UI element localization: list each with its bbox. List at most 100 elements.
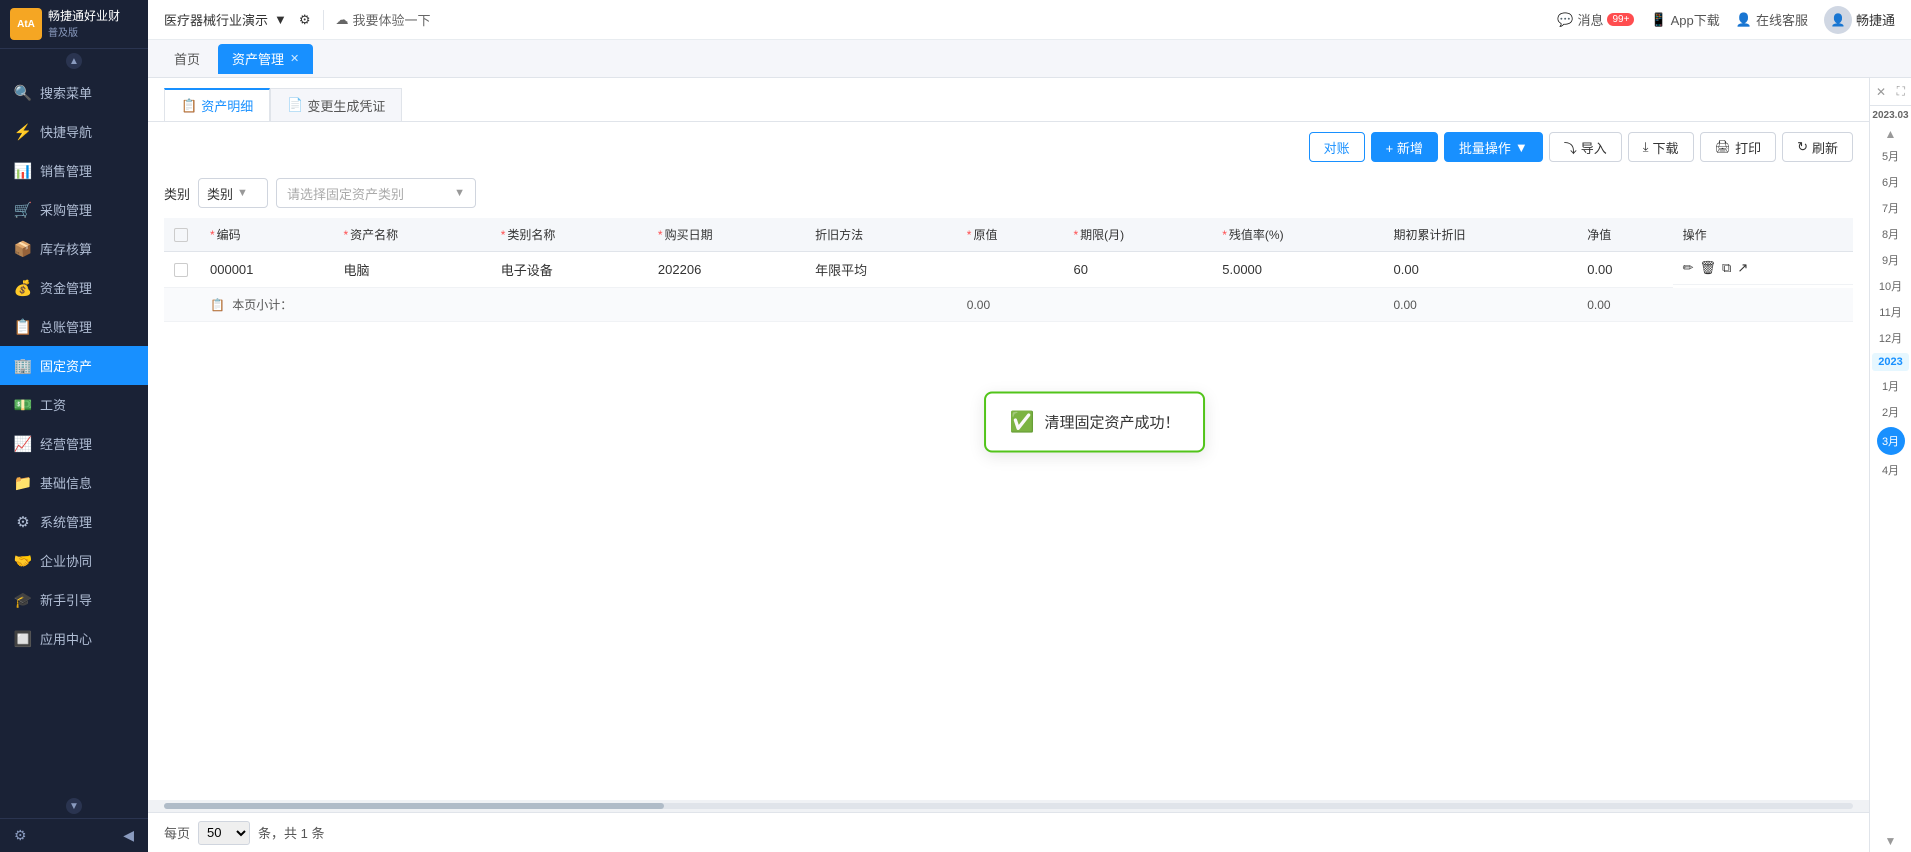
- right-panel-month-12[interactable]: 12月: [1870, 325, 1911, 351]
- sidebar-item-operations[interactable]: 📈 经营管理: [0, 424, 148, 463]
- sidebar-item-ledger[interactable]: 📋 总账管理: [0, 307, 148, 346]
- print-button[interactable]: 🖨 打印: [1700, 132, 1777, 162]
- tab-home[interactable]: 首页: [160, 44, 214, 74]
- right-panel-month-2[interactable]: 2月: [1870, 399, 1911, 425]
- bottom-scrollbar[interactable]: [148, 800, 1869, 812]
- filterbar: 类别 类别 ▼ 请选择固定资产类别 ▼: [148, 172, 1869, 218]
- subtab-asset-detail[interactable]: 📋 资产明细: [164, 88, 270, 121]
- sidebar-scroll-up[interactable]: ▲: [66, 53, 82, 69]
- per-page-select[interactable]: 50 10 20 100: [198, 821, 250, 845]
- message-btn[interactable]: 💬 消息 99+: [1557, 10, 1634, 29]
- sidebar-item-system[interactable]: ⚙ 系统管理: [0, 502, 148, 541]
- reconcile-button[interactable]: 对账: [1309, 132, 1365, 162]
- right-panel-up-arrow[interactable]: ▲: [1883, 125, 1899, 143]
- feedback-btn[interactable]: ☁ 我要体验一下: [336, 10, 431, 29]
- refresh-button[interactable]: ↻ 刷新: [1782, 132, 1853, 162]
- right-panel-month-6[interactable]: 6月: [1870, 169, 1911, 195]
- row-more-icon[interactable]: ↗: [1737, 260, 1748, 276]
- right-panel-month-3-current[interactable]: 3月: [1877, 427, 1905, 455]
- toast-success-icon: ✅: [1010, 409, 1035, 434]
- row-edit-icon[interactable]: ✏: [1683, 260, 1694, 276]
- add-button[interactable]: + 新增: [1371, 132, 1438, 162]
- sidebar-item-quicknav[interactable]: ⚡ 快捷导航: [0, 112, 148, 151]
- right-panel-month-11[interactable]: 11月: [1870, 299, 1911, 325]
- col-check: [164, 218, 200, 252]
- user-profile[interactable]: 👤 畅捷通: [1824, 6, 1895, 34]
- company-selector[interactable]: 医疗器械行业演示 ▼: [164, 10, 287, 29]
- sidebar-item-label: 基础信息: [40, 473, 92, 492]
- reconcile-label: 对账: [1324, 138, 1350, 157]
- sidebar-item-sales[interactable]: 📊 销售管理: [0, 151, 148, 190]
- message-badge: 99+: [1607, 13, 1634, 26]
- right-panel-header: ✕ ⛶: [1870, 78, 1911, 106]
- sidebar-item-label: 总账管理: [40, 317, 92, 336]
- category-search-input[interactable]: 请选择固定资产类别 ▼: [276, 178, 476, 208]
- category-type-select[interactable]: 类别 ▼: [198, 178, 268, 208]
- right-panel-year-label[interactable]: 2023: [1872, 353, 1909, 371]
- service-label: 在线客服: [1756, 10, 1808, 29]
- right-panel-month-10[interactable]: 10月: [1870, 273, 1911, 299]
- username: 畅捷通: [1856, 10, 1895, 29]
- sidebar-item-label: 资金管理: [40, 278, 92, 297]
- right-panel-month-7[interactable]: 7月: [1870, 195, 1911, 221]
- toolbar-buttons: 对账 + 新增 批量操作 ▼ ⤵ 导入 ⤓ 下载: [164, 132, 1853, 162]
- settings-icon[interactable]: ⚙: [14, 827, 27, 844]
- row-check[interactable]: [164, 252, 200, 288]
- pagination: 每页 50 10 20 100 条，共 1 条: [148, 812, 1869, 852]
- sidebar-item-inventory[interactable]: 📦 库存核算: [0, 229, 148, 268]
- right-panel-down-arrow[interactable]: ▼: [1885, 830, 1897, 852]
- import-icon: ⤵: [1564, 138, 1577, 157]
- refresh-icon: ↻: [1797, 139, 1808, 155]
- col-action: 操作: [1673, 218, 1853, 252]
- sidebar-item-guide[interactable]: 🎓 新手引导: [0, 580, 148, 619]
- right-panel-month-1[interactable]: 1月: [1870, 373, 1911, 399]
- row-delete-icon[interactable]: 🗑: [1700, 260, 1717, 276]
- sidebar-item-label: 经营管理: [40, 434, 92, 453]
- sidebar-scroll-down[interactable]: ▼: [66, 798, 82, 814]
- operations-icon: 📈: [14, 435, 32, 453]
- basicinfo-icon: 📁: [14, 474, 32, 492]
- right-panel-month-4[interactable]: 4月: [1870, 457, 1911, 483]
- right-panel-month-5[interactable]: 5月: [1870, 143, 1911, 169]
- customer-service-btn[interactable]: 👤 在线客服: [1736, 10, 1808, 29]
- category-placeholder: 请选择固定资产类别: [287, 184, 404, 203]
- collapse-icon[interactable]: ◀: [123, 827, 134, 844]
- col-residual-rate: *残值率(%): [1212, 218, 1383, 252]
- sidebar-item-label: 企业协同: [40, 551, 92, 570]
- right-panel-month-9[interactable]: 9月: [1870, 247, 1911, 273]
- scroll-thumb[interactable]: [164, 803, 664, 809]
- subtabs: 📋 资产明细 📄 变更生成凭证: [148, 78, 1869, 122]
- right-panel-close-icon[interactable]: ✕: [1876, 85, 1886, 99]
- sidebar-item-appcenter[interactable]: 🔲 应用中心: [0, 619, 148, 658]
- download-button[interactable]: ⤓ 下载: [1628, 132, 1694, 162]
- sidebar-item-enterprise[interactable]: 🤝 企业协同: [0, 541, 148, 580]
- sidebar-item-salary[interactable]: 💵 工资: [0, 385, 148, 424]
- sidebar-item-fixedassets[interactable]: 🏢 固定资产: [0, 346, 148, 385]
- topbar-right: 💬 消息 99+ 📱 App下载 👤 在线客服 👤 畅捷通: [1557, 6, 1895, 34]
- right-panel-month-8[interactable]: 8月: [1870, 221, 1911, 247]
- import-button[interactable]: ⤵ 导入: [1549, 132, 1622, 162]
- right-panel-year-month: 2023.03: [1870, 106, 1910, 125]
- settings-gear-icon[interactable]: ⚙: [299, 12, 311, 28]
- dropdown-arrow-icon: ▼: [454, 187, 465, 199]
- right-panel-expand-icon[interactable]: ⛶: [1897, 84, 1905, 99]
- tab-asset-mgmt[interactable]: 资产管理 ✕: [218, 44, 313, 74]
- sidebar-item-basicinfo[interactable]: 📁 基础信息: [0, 463, 148, 502]
- sidebar-item-search[interactable]: 🔍 搜索菜单: [0, 73, 148, 112]
- row-copy-icon[interactable]: ⧉: [1722, 260, 1731, 276]
- select-all-checkbox[interactable]: [174, 228, 188, 242]
- tab-close-icon[interactable]: ✕: [290, 52, 299, 65]
- app-logo-icon: AtA: [10, 8, 42, 40]
- row-purchase-date: 202206: [648, 252, 805, 288]
- row-code: 000001: [200, 252, 333, 288]
- app-download-btn[interactable]: 📱 App下载: [1650, 10, 1719, 29]
- sidebar-item-funds[interactable]: 💰 资金管理: [0, 268, 148, 307]
- batch-button[interactable]: 批量操作 ▼: [1444, 132, 1543, 162]
- sidebar-item-purchase[interactable]: 🛒 采购管理: [0, 190, 148, 229]
- col-net-value: 净值: [1577, 218, 1672, 252]
- user-avatar: 👤: [1824, 6, 1852, 34]
- sidebar-item-label: 销售管理: [40, 161, 92, 180]
- row-checkbox[interactable]: [174, 263, 188, 277]
- sales-icon: 📊: [14, 162, 32, 180]
- subtab-change-voucher[interactable]: 📄 变更生成凭证: [270, 88, 402, 121]
